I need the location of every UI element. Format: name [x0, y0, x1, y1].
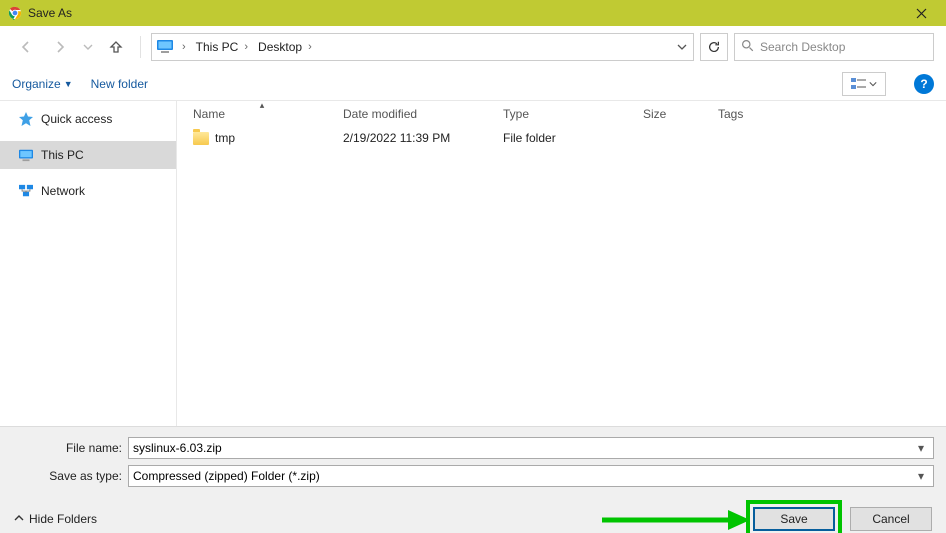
chevron-up-icon [14, 512, 24, 526]
separator [140, 36, 141, 58]
save-form: File name: ▾ Save as type: Compressed (z… [0, 426, 946, 497]
navigation-pane: Quick access This PC Network [0, 101, 177, 426]
folder-icon [193, 132, 209, 145]
annotation-arrow [600, 507, 750, 533]
save-label: Save [780, 512, 807, 526]
caret-down-icon: ▼ [64, 79, 73, 89]
column-label: Type [503, 107, 529, 121]
refresh-button[interactable] [700, 33, 728, 61]
search-box[interactable] [734, 33, 934, 61]
search-icon [741, 39, 754, 55]
nav-quick-access[interactable]: Quick access [0, 105, 176, 133]
monitor-icon [18, 148, 34, 162]
breadcrumb-desktop[interactable]: Desktop› [254, 35, 316, 59]
save-type-value: Compressed (zipped) Folder (*.zip) [133, 469, 913, 483]
column-name[interactable]: ▴ Name [187, 101, 337, 127]
recent-locations-button[interactable] [80, 33, 96, 61]
command-bar: Organize ▼ New folder ? [0, 68, 946, 100]
window-title: Save As [28, 6, 72, 20]
save-type-label: Save as type: [12, 469, 122, 483]
file-date: 2/19/2022 11:39 PM [343, 131, 450, 145]
search-input[interactable] [760, 40, 927, 54]
forward-button[interactable] [46, 33, 74, 61]
view-icon [851, 78, 867, 90]
organize-menu[interactable]: Organize ▼ [12, 77, 73, 91]
nav-bar: › This PC› Desktop› [0, 26, 946, 68]
filename-label: File name: [12, 441, 122, 455]
save-button[interactable]: Save [753, 507, 835, 531]
file-name: tmp [215, 131, 235, 145]
sort-indicator-icon: ▴ [260, 100, 265, 111]
organize-label: Organize [12, 77, 61, 91]
address-dropdown[interactable] [673, 35, 691, 59]
caret-down-icon [869, 80, 877, 88]
network-icon [18, 184, 34, 198]
breadcrumb-label: This PC [196, 40, 239, 54]
breadcrumb-label: Desktop [258, 40, 302, 54]
title-bar: Save As [0, 0, 946, 26]
app-icon [8, 6, 22, 20]
filename-input[interactable] [133, 441, 913, 455]
column-headers: ▴ Name Date modified Type Size Tags [177, 101, 946, 127]
breadcrumb-separator[interactable]: › [176, 35, 190, 59]
nav-this-pc[interactable]: This PC [0, 141, 176, 169]
nav-label: This PC [41, 148, 84, 162]
column-size[interactable]: Size [637, 101, 712, 127]
cancel-button[interactable]: Cancel [850, 507, 932, 531]
column-date[interactable]: Date modified [337, 101, 497, 127]
dialog-footer: Hide Folders Save Cancel [0, 497, 946, 533]
dropdown-icon[interactable]: ▾ [913, 469, 929, 483]
hide-folders-button[interactable]: Hide Folders [14, 512, 97, 526]
file-row[interactable]: tmp 2/19/2022 11:39 PM File folder [177, 127, 946, 149]
new-folder-button[interactable]: New folder [91, 77, 148, 91]
column-type[interactable]: Type [497, 101, 637, 127]
this-pc-icon [156, 38, 174, 57]
annotation-highlight: Save [746, 500, 842, 533]
close-button[interactable] [900, 0, 942, 26]
star-icon [18, 111, 34, 127]
new-folder-label: New folder [91, 77, 148, 91]
column-tags[interactable]: Tags [712, 101, 792, 127]
file-list-pane: ▴ Name Date modified Type Size Tags tmp … [177, 101, 946, 426]
nav-label: Quick access [41, 112, 112, 126]
hide-folders-label: Hide Folders [29, 512, 97, 526]
column-label: Date modified [343, 107, 417, 121]
file-type: File folder [503, 131, 556, 145]
cancel-label: Cancel [872, 512, 909, 526]
view-options-button[interactable] [842, 72, 886, 96]
back-button[interactable] [12, 33, 40, 61]
nav-label: Network [41, 184, 85, 198]
column-label: Name [193, 107, 225, 121]
address-bar[interactable]: › This PC› Desktop› [151, 33, 694, 61]
dropdown-icon[interactable]: ▾ [913, 441, 929, 455]
column-label: Tags [718, 107, 743, 121]
nav-network[interactable]: Network [0, 177, 176, 205]
column-label: Size [643, 107, 666, 121]
filename-field[interactable]: ▾ [128, 437, 934, 459]
main-content: Quick access This PC Network ▴ Name Date… [0, 100, 946, 426]
breadcrumb-this-pc[interactable]: This PC› [192, 35, 252, 59]
save-type-field[interactable]: Compressed (zipped) Folder (*.zip) ▾ [128, 465, 934, 487]
help-button[interactable]: ? [914, 74, 934, 94]
up-button[interactable] [102, 33, 130, 61]
